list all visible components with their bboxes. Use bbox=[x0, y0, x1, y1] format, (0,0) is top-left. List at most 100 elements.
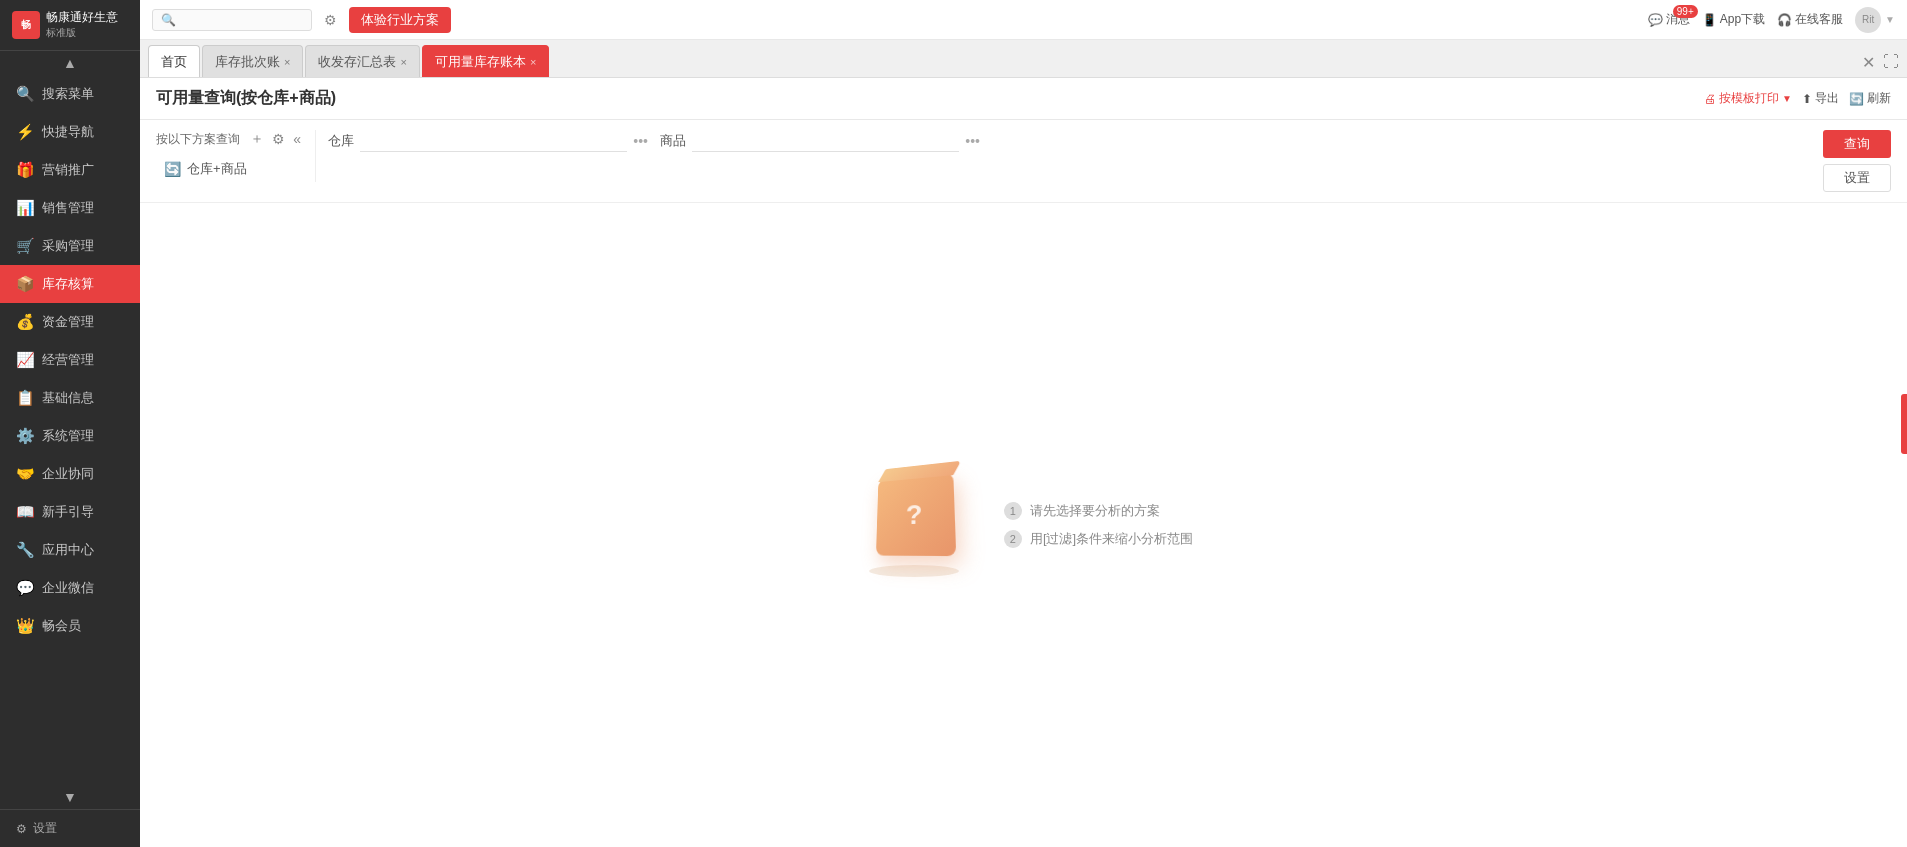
app-download-button[interactable]: 📱 App下载 bbox=[1702, 11, 1765, 28]
template-dropdown-icon: ▼ bbox=[1782, 93, 1792, 104]
avatar-text: Rit bbox=[1862, 14, 1874, 25]
template-print-button[interactable]: 🖨 按模板打印 ▼ bbox=[1704, 90, 1792, 107]
search-bar[interactable]: 🔍 bbox=[152, 9, 312, 31]
guide-icon: 📖 bbox=[16, 503, 34, 521]
goods-input[interactable] bbox=[692, 130, 959, 152]
message-button[interactable]: 💬 消息 99+ bbox=[1648, 11, 1690, 28]
warehouse-field: 仓库 ••• bbox=[328, 130, 648, 152]
message-badge: 99+ bbox=[1673, 5, 1698, 18]
maximize-tab-button[interactable]: ⛶ bbox=[1883, 53, 1899, 71]
sidebar-scroll-down[interactable]: ▼ bbox=[0, 785, 140, 809]
close-tab-button[interactable]: ✕ bbox=[1862, 53, 1875, 72]
refresh-button[interactable]: 🔄 刷新 bbox=[1849, 90, 1891, 107]
scheme-warehouse-goods[interactable]: 🔄 仓库+商品 bbox=[156, 156, 303, 182]
add-scheme-button[interactable]: ＋ bbox=[248, 130, 266, 148]
goods-more-icon[interactable]: ••• bbox=[965, 133, 980, 149]
system-icon: ⚙️ bbox=[16, 427, 34, 445]
message-icon: 💬 bbox=[1648, 13, 1663, 27]
industry-solution-button[interactable]: 体验行业方案 bbox=[349, 7, 451, 33]
sidebar-item-inventory[interactable]: 📦 库存核算 bbox=[0, 265, 140, 303]
user-menu[interactable]: Rit ▼ bbox=[1855, 7, 1895, 33]
right-edge-indicator bbox=[1901, 394, 1907, 454]
query-button[interactable]: 查询 bbox=[1823, 130, 1891, 158]
sidebar-footer: ⚙ 设置 bbox=[0, 809, 140, 847]
sidebar-item-system[interactable]: ⚙️ 系统管理 bbox=[0, 417, 140, 455]
tip-num-2: 2 bbox=[1004, 530, 1022, 548]
online-service-button[interactable]: 🎧 在线客服 bbox=[1777, 11, 1843, 28]
sidebar-item-label: 库存核算 bbox=[42, 275, 94, 293]
refresh-icon: 🔄 bbox=[1849, 92, 1864, 106]
sidebar-item-finance[interactable]: 💰 资金管理 bbox=[0, 303, 140, 341]
collapse-panel-button[interactable]: « bbox=[291, 131, 303, 147]
sidebar-item-label: 企业协同 bbox=[42, 465, 94, 483]
sidebar-item-label: 搜索菜单 bbox=[42, 85, 94, 103]
sidebar-item-operations[interactable]: 📈 经营管理 bbox=[0, 341, 140, 379]
tab-available-ledger[interactable]: 可用量库存账本 × bbox=[422, 45, 549, 77]
empty-state: 1 请先选择要分析的方案 2 用[过滤]条件来缩小分析范围 bbox=[140, 203, 1907, 847]
sidebar-item-purchase[interactable]: 🛒 采购管理 bbox=[0, 227, 140, 265]
footer-label: 设置 bbox=[33, 820, 57, 837]
topbar-gear-icon[interactable]: ⚙ bbox=[320, 8, 341, 32]
tip-text-2: 用[过滤]条件来缩小分析范围 bbox=[1030, 530, 1193, 548]
collab-icon: 🤝 bbox=[16, 465, 34, 483]
basic-icon: 📋 bbox=[16, 389, 34, 407]
sidebar-item-basic[interactable]: 📋 基础信息 bbox=[0, 379, 140, 417]
tab-home-label: 首页 bbox=[161, 53, 187, 71]
template-print-label: 按模板打印 bbox=[1719, 90, 1779, 107]
tab-inventory-batch-label: 库存批次账 bbox=[215, 53, 280, 71]
query-schemes-header: 按以下方案查询 ＋ ⚙ « bbox=[156, 130, 303, 148]
query-fields: 仓库 ••• 商品 ••• bbox=[328, 130, 1811, 152]
purchase-icon: 🛒 bbox=[16, 237, 34, 255]
sidebar-item-member[interactable]: 👑 畅会员 bbox=[0, 607, 140, 645]
sidebar-item-marketing[interactable]: 🎁 营销推广 bbox=[0, 151, 140, 189]
query-area: 按以下方案查询 ＋ ⚙ « 🔄 仓库+商品 仓库 ••• 商品 bbox=[140, 120, 1907, 203]
app-center-icon: 🔧 bbox=[16, 541, 34, 559]
setting-button[interactable]: 设置 bbox=[1823, 164, 1891, 192]
phone-icon: 📱 bbox=[1702, 13, 1717, 27]
sidebar: 畅 畅康通好生意 标准版 ▲ 🔍 搜索菜单 ⚡ 快捷导航 🎁 营销推广 📊 销售… bbox=[0, 0, 140, 847]
inventory-icon: 📦 bbox=[16, 275, 34, 293]
tip-num-1: 1 bbox=[1004, 502, 1022, 520]
finance-icon: 💰 bbox=[16, 313, 34, 331]
warehouse-input[interactable] bbox=[360, 130, 627, 152]
app-version: 标准版 bbox=[46, 26, 118, 40]
sidebar-item-label: 营销推广 bbox=[42, 161, 94, 179]
tab-inventory-batch-close[interactable]: × bbox=[284, 56, 290, 68]
marketing-icon: 🎁 bbox=[16, 161, 34, 179]
goods-label: 商品 bbox=[660, 132, 686, 150]
tip-text-1: 请先选择要分析的方案 bbox=[1030, 502, 1160, 520]
warehouse-label: 仓库 bbox=[328, 132, 354, 150]
scheme-label: 仓库+商品 bbox=[187, 160, 247, 178]
empty-shadow bbox=[869, 565, 959, 577]
tab-inventory-batch[interactable]: 库存批次账 × bbox=[202, 45, 303, 77]
warehouse-more-icon[interactable]: ••• bbox=[633, 133, 648, 149]
settings-icon: ⚙ bbox=[16, 822, 27, 836]
empty-box bbox=[876, 473, 956, 556]
sidebar-item-shortcut[interactable]: ⚡ 快捷导航 bbox=[0, 113, 140, 151]
sidebar-item-collab[interactable]: 🤝 企业协同 bbox=[0, 455, 140, 493]
sales-icon: 📊 bbox=[16, 199, 34, 217]
sidebar-item-guide[interactable]: 📖 新手引导 bbox=[0, 493, 140, 531]
tab-home[interactable]: 首页 bbox=[148, 45, 200, 77]
headset-icon: 🎧 bbox=[1777, 13, 1792, 27]
sidebar-item-wechat[interactable]: 💬 企业微信 bbox=[0, 569, 140, 607]
tab-summary[interactable]: 收发存汇总表 × bbox=[305, 45, 419, 77]
manage-scheme-button[interactable]: ⚙ bbox=[270, 131, 287, 147]
export-button[interactable]: ⬆ 导出 bbox=[1802, 90, 1839, 107]
tab-summary-close[interactable]: × bbox=[400, 56, 406, 68]
shortcut-icon: ⚡ bbox=[16, 123, 34, 141]
tab-available-ledger-close[interactable]: × bbox=[530, 56, 536, 68]
sidebar-item-app-center[interactable]: 🔧 应用中心 bbox=[0, 531, 140, 569]
wechat-icon: 💬 bbox=[16, 579, 34, 597]
sidebar-item-sales[interactable]: 📊 销售管理 bbox=[0, 189, 140, 227]
tabsbar-actions: ✕ ⛶ bbox=[1862, 53, 1899, 72]
query-schemes-panel: 按以下方案查询 ＋ ⚙ « 🔄 仓库+商品 bbox=[156, 130, 316, 182]
tab-summary-label: 收发存汇总表 bbox=[318, 53, 396, 71]
sidebar-item-search[interactable]: 🔍 搜索菜单 bbox=[0, 75, 140, 113]
search-menu-icon: 🔍 bbox=[16, 85, 34, 103]
sidebar-item-label: 应用中心 bbox=[42, 541, 94, 559]
empty-tip-1: 1 请先选择要分析的方案 bbox=[1004, 502, 1193, 520]
page-content: 可用量查询(按仓库+商品) 🖨 按模板打印 ▼ ⬆ 导出 🔄 刷新 bbox=[140, 78, 1907, 847]
empty-tip-2: 2 用[过滤]条件来缩小分析范围 bbox=[1004, 530, 1193, 548]
sidebar-scroll-up[interactable]: ▲ bbox=[0, 51, 140, 75]
